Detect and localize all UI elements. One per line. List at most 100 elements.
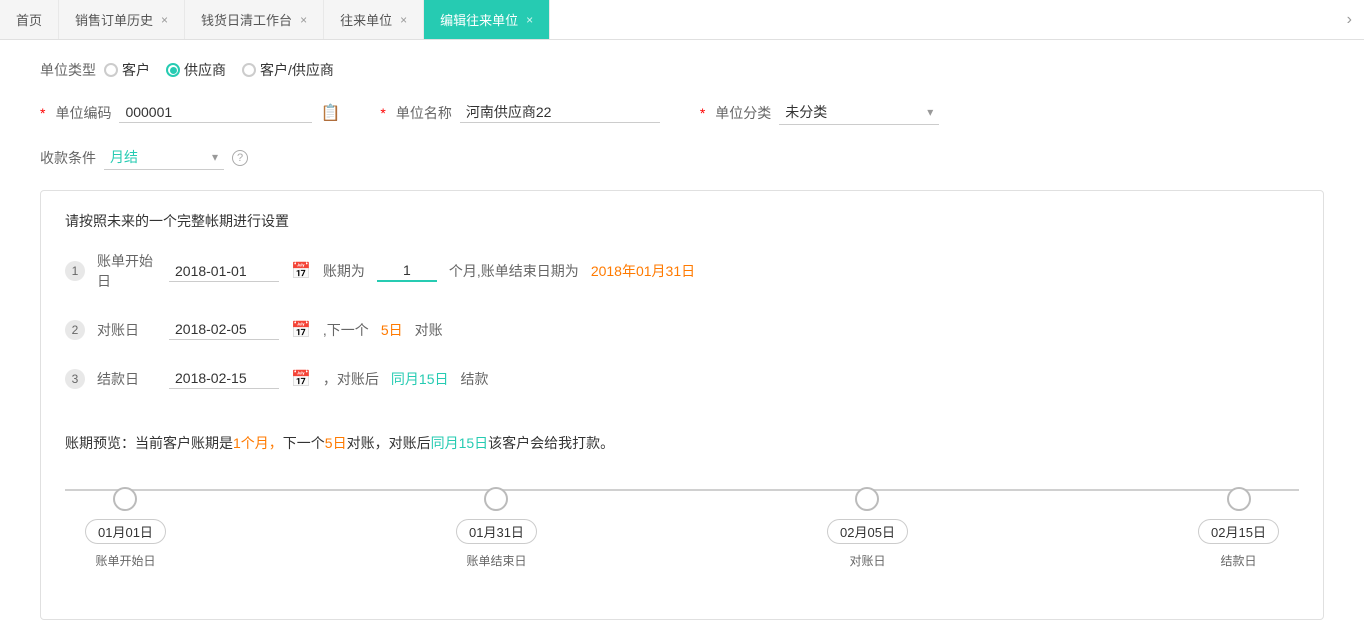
node-circle-3 [1227,487,1251,511]
radio-customer-circle [104,63,118,77]
tab-sales-order-history[interactable]: 销售订单历史 × [59,0,185,39]
start-date-cal-icon[interactable]: 📅 [291,261,311,281]
row-2-desc-prefix: ,下一个 [323,320,369,340]
row-3-desc-suffix: 结款 [461,369,489,389]
preview-middle1: 下一个 [283,435,325,451]
collection-condition-value: 月结 [110,147,206,167]
tab-cash-work-station[interactable]: 钱货日清工作台 × [185,0,324,39]
unit-category-arrow: ▾ [927,105,933,119]
tab-edit-partner-label: 编辑往来单位 [440,10,518,29]
payment-date-cal-icon[interactable]: 📅 [291,369,311,389]
tab-partner-unit[interactable]: 往来单位 × [324,0,424,39]
unit-category-label: 单位分类 [715,103,771,123]
radio-supplier-label: 供应商 [184,60,226,80]
help-icon[interactable]: ? [232,150,248,166]
radio-customer[interactable]: 客户 [104,60,150,80]
row-num-1: 1 [65,261,85,281]
unit-category-value: 未分类 [785,102,921,122]
radio-supplier-circle [166,63,180,77]
row-3-highlight: 同月15日 [391,369,449,389]
tab-cash-label: 钱货日清工作台 [201,10,292,29]
tab-cash-close[interactable]: × [300,13,307,27]
unit-type-radio-group: 客户 供应商 客户/供应商 [104,60,334,80]
collection-condition-select[interactable]: 月结 ▾ [104,145,224,170]
row-1-desc-before: 账期为 [323,261,365,281]
node-circle-2 [855,487,879,511]
data-row-1: 1 账单开始日 📅 账期为 个月,账单结束日期为 2018年01月31日 [65,251,1299,291]
unit-type-label: 单位类型 [40,60,96,80]
timeline-node-1: 01月31日 账单结束日 [456,487,537,569]
unit-name-label: 单位名称 [396,103,452,123]
radio-customer-label: 客户 [122,60,150,80]
node-sub-label-2: 对账日 [849,552,885,569]
tab-edit-partner-close[interactable]: × [526,13,533,27]
payment-date-input[interactable] [169,368,279,389]
unit-category-field: * 单位分类 未分类 ▾ [700,100,939,125]
timeline-node-0: 01月01日 账单开始日 [85,487,166,569]
tab-sales-label: 销售订单历史 [75,10,153,29]
month-input[interactable] [377,260,437,282]
unit-category-required: * [700,105,705,121]
unit-name-input[interactable] [460,102,660,123]
node-circle-1 [484,487,508,511]
row-num-3: 3 [65,369,85,389]
node-sub-label-3: 结款日 [1221,552,1257,569]
tab-partner-label: 往来单位 [340,10,392,29]
timeline-nodes: 01月01日 账单开始日 01月31日 账单结束日 02月05日 对账日 [85,487,1279,569]
node-circle-0 [113,487,137,511]
section-title: 请按照未来的一个完整帐期进行设置 [65,211,1299,231]
unit-code-label: 单位编码 [55,103,111,123]
radio-supplier[interactable]: 供应商 [166,60,226,80]
collection-condition-label: 收款条件 [40,148,96,168]
preview-text: 账期预览：当前客户账期是1个月，下一个5日对账，对账后同月15日该客户会给我打款… [65,433,1299,453]
section-box: 请按照未来的一个完整帐期进行设置 1 账单开始日 📅 账期为 个月,账单结束日期… [40,190,1324,620]
radio-customer-supplier-circle [242,63,256,77]
unit-name-required: * [380,105,385,121]
data-row-3: 3 结款日 📅 ，对账后同月15日结款 [65,368,1299,389]
row-num-2: 2 [65,320,85,340]
unit-code-required: * [40,105,45,121]
row-2-highlight: 5日 [381,320,403,340]
unit-code-input[interactable] [119,102,312,123]
unit-type-field: 单位类型 客户 供应商 客户/供应商 [40,60,334,80]
unit-category-select[interactable]: 未分类 ▾ [779,100,939,125]
tab-home-label: 首页 [16,10,42,29]
collection-condition-row: 收款条件 月结 ▾ ? [40,145,1324,170]
node-date-label-3: 02月15日 [1198,519,1279,544]
preview-suffix: 该客户会给我打款。 [488,435,614,451]
row-label-2: 对账日 [97,320,157,340]
unit-name-field: * 单位名称 [380,102,659,123]
node-sub-label-0: 账单开始日 [95,552,155,569]
unit-type-row: 单位类型 客户 供应商 客户/供应商 [40,60,1324,80]
node-date-label-1: 01月31日 [456,519,537,544]
row-label-1: 账单开始日 [97,251,157,291]
row-2-desc-suffix: 对账 [415,320,443,340]
main-content: 单位类型 客户 供应商 客户/供应商 * 单位编码 [0,40,1364,640]
preview-section: 账期预览：当前客户账期是1个月，下一个5日对账，对账后同月15日该客户会给我打款… [65,417,1299,599]
unit-code-field: * 单位编码 📋 [40,102,340,123]
radio-customer-supplier[interactable]: 客户/供应商 [242,60,334,80]
row-label-3: 结款日 [97,369,157,389]
data-row-2: 2 对账日 📅 ,下一个 5日对账 [65,319,1299,340]
preview-highlight3: 同月15日 [431,435,489,451]
reconcile-date-input[interactable] [169,319,279,340]
timeline: 01月01日 账单开始日 01月31日 账单结束日 02月05日 对账日 [65,477,1299,599]
reconcile-date-cal-icon[interactable]: 📅 [291,320,311,340]
preview-middle2: 对账，对账后 [347,435,431,451]
node-date-label-0: 01月01日 [85,519,166,544]
row-1-desc-after: 个月,账单结束日期为 [449,261,579,281]
start-date-input[interactable] [169,261,279,282]
unit-code-icon[interactable]: 📋 [320,103,340,123]
tab-edit-partner-unit[interactable]: 编辑往来单位 × [424,0,550,39]
tab-home[interactable]: 首页 [0,0,59,39]
timeline-node-2: 02月05日 对账日 [827,487,908,569]
radio-customer-supplier-label: 客户/供应商 [260,60,334,80]
unit-info-row: * 单位编码 📋 * 单位名称 * 单位分类 未分类 ▾ [40,100,1324,125]
tab-partner-close[interactable]: × [400,13,407,27]
tab-sales-close[interactable]: × [161,13,168,27]
tab-bar: 首页 销售订单历史 × 钱货日清工作台 × 往来单位 × 编辑往来单位 × › [0,0,1364,40]
preview-highlight1: 1个月， [233,435,283,451]
row-1-end-date: 2018年01月31日 [591,261,695,281]
tab-more-button[interactable]: › [1335,11,1364,29]
node-date-label-2: 02月05日 [827,519,908,544]
